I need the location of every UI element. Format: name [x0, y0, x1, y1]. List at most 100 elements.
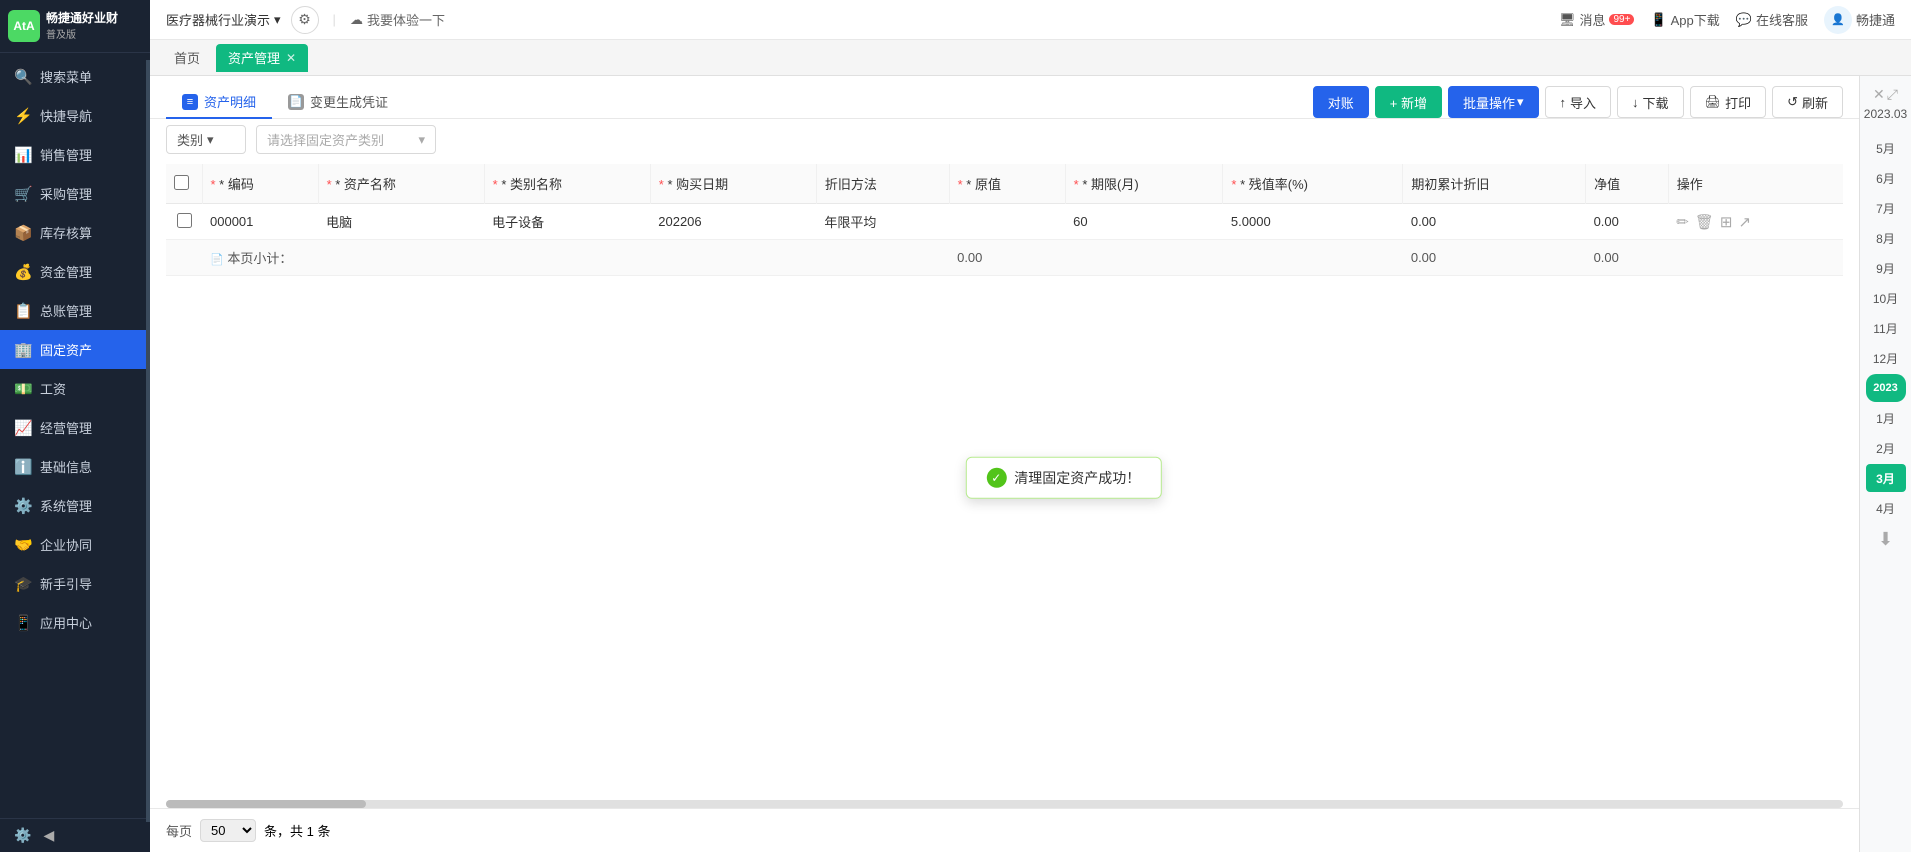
success-toast: ✓ 清理固定资产成功！	[965, 457, 1161, 499]
month-2[interactable]: 2月	[1866, 434, 1906, 462]
row-name: 电脑	[318, 204, 484, 240]
table-header-row: * 编码 * 资产名称 * 类别名称 * 购买日期 折旧方法 * 原值 * 期限…	[166, 164, 1843, 204]
panel-down-icon[interactable]: ⬇	[1878, 529, 1893, 549]
subtotal-page-icon: 📄	[210, 254, 224, 266]
panel-expand-icon[interactable]: ⤢	[1887, 86, 1898, 103]
sidebar-item-ledger[interactable]: 📋 总账管理	[0, 291, 150, 330]
horizontal-scrollbar[interactable]	[166, 800, 1843, 808]
month-9[interactable]: 9月	[1866, 254, 1906, 282]
th-net-value: 净值	[1586, 164, 1669, 204]
more-icon[interactable]: ↗	[1739, 213, 1752, 231]
sidebar-item-label: 库存核算	[40, 223, 92, 242]
select-all-checkbox[interactable]	[174, 175, 189, 190]
app-download-button[interactable]: 📱 App下载	[1650, 10, 1719, 29]
category-filter[interactable]: 类别 ▾	[166, 125, 246, 154]
row-checkbox[interactable]	[177, 213, 192, 228]
batch-button[interactable]: 批量操作 ▾	[1448, 86, 1539, 118]
account-button[interactable]: 对账	[1313, 86, 1369, 118]
month-8[interactable]: 8月	[1866, 224, 1906, 252]
sidebar-item-enterprise[interactable]: 🤝 企业协同	[0, 525, 150, 564]
copy-icon[interactable]: ⊞	[1720, 213, 1733, 231]
month-12[interactable]: 12月	[1866, 344, 1906, 372]
user-profile[interactable]: 👤 畅捷通	[1824, 6, 1895, 34]
sidebar-item-sales[interactable]: 📊 销售管理	[0, 135, 150, 174]
row-category: 电子设备	[484, 204, 650, 240]
row-period-accumulated: 0.00	[1403, 204, 1586, 240]
month-7[interactable]: 7月	[1866, 194, 1906, 222]
sidebar-item-inventory[interactable]: 📦 库存核算	[0, 213, 150, 252]
per-page-select[interactable]: 50 100	[200, 819, 256, 842]
settings-gear-icon[interactable]: ⚙️	[14, 827, 31, 844]
online-service-button[interactable]: 💬 在线客服	[1736, 10, 1808, 29]
sub-tab-voucher[interactable]: 📄 变更生成凭证	[272, 86, 404, 119]
row-code: 000001	[202, 204, 318, 240]
month-5[interactable]: 5月	[1866, 134, 1906, 162]
month-1[interactable]: 1月	[1866, 404, 1906, 432]
row-residual-rate: 5.0000	[1223, 204, 1403, 240]
tab-home[interactable]: 首页	[162, 44, 212, 72]
sidebar-item-quick-nav[interactable]: ⚡ 快捷导航	[0, 96, 150, 135]
topbar: 医疗器械行业演示 ▾ ⚙ | ☁ 我要体验一下 🖥 消息 99+ 📱 App下载…	[150, 0, 1911, 40]
sidebar-item-search[interactable]: 🔍 搜索菜单	[0, 57, 150, 96]
new-button[interactable]: + 新增	[1375, 86, 1442, 118]
service-icon: 💬	[1736, 12, 1752, 28]
sidebar-item-fixed-assets[interactable]: 🏢 固定资产	[0, 330, 150, 369]
filter-category-label: 类别	[177, 130, 203, 149]
company-selector[interactable]: 医疗器械行业演示 ▾	[166, 10, 281, 29]
sales-icon: 📊	[14, 146, 32, 164]
subtotal-empty-check	[166, 240, 202, 276]
message-button[interactable]: 🖥 消息 99+	[1559, 10, 1635, 29]
company-settings-icon[interactable]: ⚙	[291, 6, 319, 34]
subtotal-label-cell: 📄 本页小计：	[202, 240, 949, 276]
sidebar-item-app-center[interactable]: 📱 应用中心	[0, 603, 150, 642]
row-period: 60	[1065, 204, 1223, 240]
panel-close-icon[interactable]: ✕	[1873, 86, 1885, 103]
download-button[interactable]: ↓ 下载	[1617, 86, 1684, 118]
right-panel: ✕ ⤢ 2023.03 5月 6月 7月 8月 9月 10月 11月 12月 2…	[1859, 76, 1911, 852]
search-icon: 🔍	[14, 68, 32, 86]
sidebar-item-guide[interactable]: 🎓 新手引导	[0, 564, 150, 603]
import-button[interactable]: ↑ 导入	[1545, 86, 1612, 118]
category-placeholder: 请选择固定资产类别	[267, 130, 384, 149]
month-4[interactable]: 4月	[1866, 494, 1906, 522]
sidebar-item-purchase[interactable]: 🛒 采购管理	[0, 174, 150, 213]
sidebar-footer: ⚙️ ◀	[0, 818, 150, 852]
month-11[interactable]: 11月	[1866, 314, 1906, 342]
sidebar-item-system[interactable]: ⚙️ 系统管理	[0, 486, 150, 525]
horizontal-scroll-thumb[interactable]	[166, 800, 366, 808]
main-content: ≡ 资产明细 📄 变更生成凭证 对账 + 新增 批量操作 ▾	[150, 76, 1859, 852]
collapse-icon[interactable]: ◀	[43, 827, 54, 844]
row-actions: ✏ 🗑 ⊞ ↗	[1676, 213, 1835, 231]
new-label: + 新增	[1390, 93, 1427, 112]
quick-nav-icon: ⚡	[14, 107, 32, 125]
user-avatar: 👤	[1824, 6, 1852, 34]
sidebar-item-label: 基础信息	[40, 457, 92, 476]
main-wrapper: 医疗器械行业演示 ▾ ⚙ | ☁ 我要体验一下 🖥 消息 99+ 📱 App下载…	[150, 0, 1911, 852]
app-title: 畅捷通好业财	[46, 11, 118, 27]
tab-asset-mgmt[interactable]: 资产管理 ✕	[216, 44, 308, 72]
print-button[interactable]: 🖨 打印	[1690, 86, 1767, 118]
per-page-label: 每页	[166, 821, 192, 840]
month-3-current[interactable]: 3月	[1866, 464, 1906, 492]
month-10[interactable]: 10月	[1866, 284, 1906, 312]
row-checkbox-cell	[166, 204, 202, 240]
company-name: 医疗器械行业演示	[166, 10, 270, 29]
sidebar-item-basic-info[interactable]: ℹ️ 基础信息	[0, 447, 150, 486]
year-2023[interactable]: 2023	[1866, 374, 1906, 402]
import-icon: ↑	[1560, 95, 1567, 110]
sidebar-item-label: 新手引导	[40, 574, 92, 593]
month-6[interactable]: 6月	[1866, 164, 1906, 192]
th-name: * 资产名称	[318, 164, 484, 204]
experience-button[interactable]: ☁ 我要体验一下	[350, 10, 445, 29]
refresh-button[interactable]: ↺ 刷新	[1772, 86, 1843, 118]
sub-tab-asset-detail[interactable]: ≡ 资产明细	[166, 86, 272, 119]
edit-icon[interactable]: ✏	[1676, 213, 1689, 231]
category-input[interactable]: 请选择固定资产类别 ▾	[256, 125, 436, 154]
toast-check-icon: ✓	[986, 468, 1006, 488]
panel-bottom-icon[interactable]: ⬇	[1878, 529, 1893, 550]
sidebar-item-management[interactable]: 📈 经营管理	[0, 408, 150, 447]
delete-icon[interactable]: 🗑	[1695, 213, 1714, 231]
sidebar-item-payroll[interactable]: 💵 工资	[0, 369, 150, 408]
sidebar-item-fund[interactable]: 💰 资金管理	[0, 252, 150, 291]
tab-close-icon[interactable]: ✕	[286, 51, 296, 65]
